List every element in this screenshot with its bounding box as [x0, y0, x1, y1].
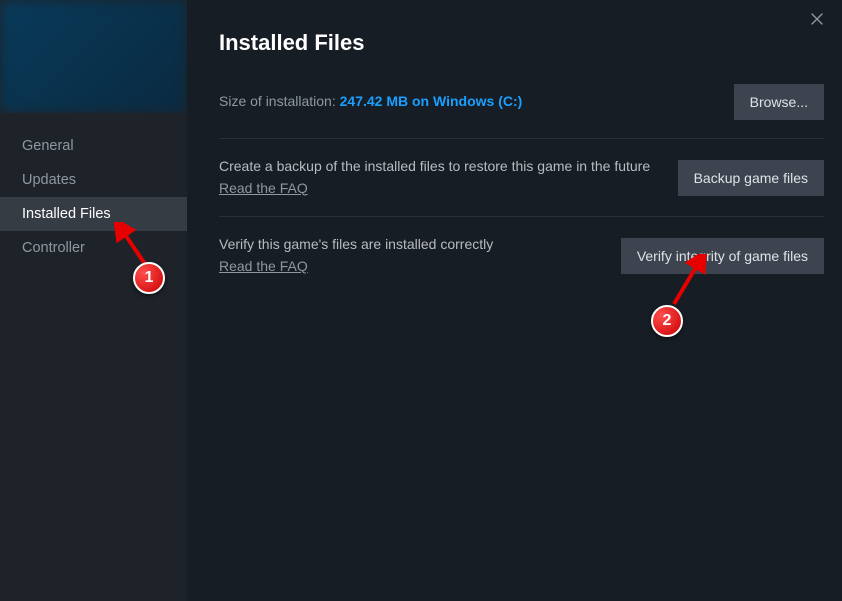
backup-text-block: Create a backup of the installed files t… — [219, 157, 678, 198]
backup-row: Create a backup of the installed files t… — [219, 157, 824, 217]
browse-button[interactable]: Browse... — [734, 84, 824, 120]
install-size-text: Size of installation: 247.42 MB on Windo… — [219, 92, 734, 112]
sidebar-item-controller[interactable]: Controller — [0, 231, 187, 265]
verify-row: Verify this game's files are installed c… — [219, 235, 824, 294]
sidebar-item-updates[interactable]: Updates — [0, 163, 187, 197]
sidebar-item-general[interactable]: General — [0, 129, 187, 163]
install-size-label: Size of installation: — [219, 93, 340, 109]
sidebar: General Updates Installed Files Controll… — [0, 0, 187, 601]
sidebar-item-installed-files[interactable]: Installed Files — [0, 197, 187, 231]
close-icon — [808, 10, 826, 28]
install-size-value[interactable]: 247.42 MB on Windows (C:) — [340, 93, 523, 109]
verify-faq-link[interactable]: Read the FAQ — [219, 257, 308, 277]
install-size-row: Size of installation: 247.42 MB on Windo… — [219, 84, 824, 139]
verify-button[interactable]: Verify integrity of game files — [621, 238, 824, 274]
sidebar-item-label: General — [22, 138, 74, 154]
sidebar-game-banner — [0, 0, 187, 113]
close-button[interactable] — [808, 10, 828, 30]
backup-faq-link[interactable]: Read the FAQ — [219, 179, 308, 199]
sidebar-item-label: Controller — [22, 240, 85, 256]
main-panel: Installed Files Size of installation: 24… — [187, 0, 842, 601]
sidebar-item-label: Installed Files — [22, 206, 111, 222]
verify-text-block: Verify this game's files are installed c… — [219, 235, 621, 276]
verify-description: Verify this game's files are installed c… — [219, 235, 601, 255]
sidebar-item-label: Updates — [22, 172, 76, 188]
page-title: Installed Files — [219, 30, 824, 56]
backup-button[interactable]: Backup game files — [678, 160, 824, 196]
sidebar-nav: General Updates Installed Files Controll… — [0, 113, 187, 265]
backup-description: Create a backup of the installed files t… — [219, 157, 658, 177]
